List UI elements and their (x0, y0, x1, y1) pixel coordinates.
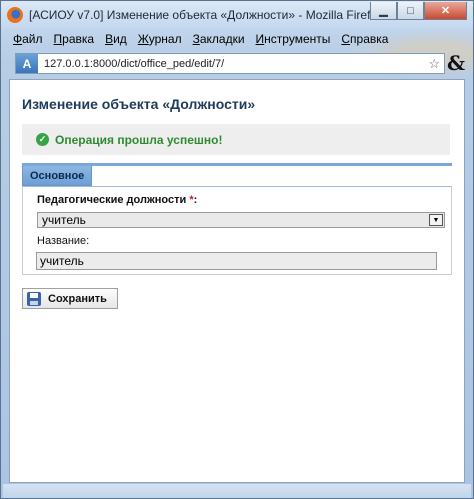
menu-edit-accel: П (53, 32, 63, 46)
menu-bar: Файл Правка Вид Журнал Закладки Инструме… (3, 29, 471, 49)
status-bar (3, 484, 471, 498)
firefox-icon (7, 7, 23, 23)
addon-ampersand-icon[interactable]: & (447, 51, 465, 75)
name-input[interactable]: учитель (36, 252, 437, 270)
menu-help[interactable]: Справка (341, 32, 388, 46)
menu-bookmarks-label: акладки (199, 32, 245, 46)
position-label: Педагогические должности *: (37, 194, 197, 206)
success-message: ✓ Операция прошла успешно! (22, 124, 450, 155)
minimize-button[interactable]: ▁ (370, 2, 397, 20)
window-title: [АСИОУ v7.0] Изменение объекта «Должност… (29, 8, 384, 22)
menu-file[interactable]: Файл (13, 32, 43, 46)
browser-window: [АСИОУ v7.0] Изменение объекта «Должност… (0, 0, 474, 499)
window-controls: ▁ □ ✕ (370, 2, 467, 20)
menu-tools[interactable]: Инструменты (256, 32, 331, 46)
menu-file-accel: Ф (13, 32, 23, 46)
save-button[interactable]: Сохранить (22, 288, 118, 309)
menu-help-accel: С (341, 32, 351, 46)
tab-main[interactable]: Основное (22, 166, 93, 186)
menu-view-label: ид (113, 32, 127, 46)
menu-history-accel: Ж (137, 32, 149, 46)
address-bar[interactable]: A 127.0.0.1:8000/dict/office_ped/edit/7/… (15, 53, 445, 74)
page-content: Изменение объекта «Должности» ✓ Операция… (9, 79, 465, 483)
title-bar[interactable]: [АСИОУ v7.0] Изменение объекта «Должност… (1, 1, 473, 29)
form-body: Педагогические должности *: учитель ▼ На… (22, 186, 452, 275)
menu-bookmarks-accel: З (192, 32, 200, 46)
navigation-bar: A 127.0.0.1:8000/dict/office_ped/edit/7/… (3, 49, 471, 77)
position-label-text: Педагогические должности (37, 194, 187, 206)
menu-history-label: урнал (148, 32, 182, 46)
name-input-value: учитель (40, 254, 84, 268)
menu-bookmarks[interactable]: Закладки (193, 32, 245, 46)
url-text[interactable]: 127.0.0.1:8000/dict/office_ped/edit/7/ (44, 58, 428, 70)
floppy-disk-icon (27, 291, 41, 306)
position-label-colon: : (193, 194, 198, 206)
menu-help-label: правка (350, 32, 389, 46)
maximize-button[interactable]: □ (397, 2, 424, 20)
menu-edit[interactable]: Правка (54, 32, 95, 46)
menu-view[interactable]: Вид (105, 32, 127, 46)
success-text: Операция прошла успешно! (55, 132, 223, 147)
position-select-value: учитель (42, 213, 86, 227)
name-label: Название: (37, 235, 90, 247)
page-title: Изменение объекта «Должности» (22, 96, 256, 112)
check-circle-icon: ✓ (36, 133, 49, 146)
menu-file-label: айл (22, 32, 43, 46)
menu-tools-accel: И (255, 32, 265, 46)
chevron-down-icon[interactable]: ▼ (429, 214, 443, 226)
site-identity-icon[interactable]: A (16, 54, 38, 73)
menu-history[interactable]: Журнал (138, 32, 182, 46)
menu-tools-label: нструменты (264, 32, 331, 46)
form-panel: Основное Педагогические должности *: учи… (22, 163, 452, 275)
close-button[interactable]: ✕ (424, 2, 467, 20)
position-select[interactable]: учитель ▼ (37, 212, 445, 228)
save-button-label: Сохранить (48, 292, 107, 305)
menu-edit-label: равка (62, 32, 95, 46)
menu-view-accel: В (105, 32, 114, 46)
bookmark-star-icon[interactable]: ☆ (428, 56, 440, 72)
